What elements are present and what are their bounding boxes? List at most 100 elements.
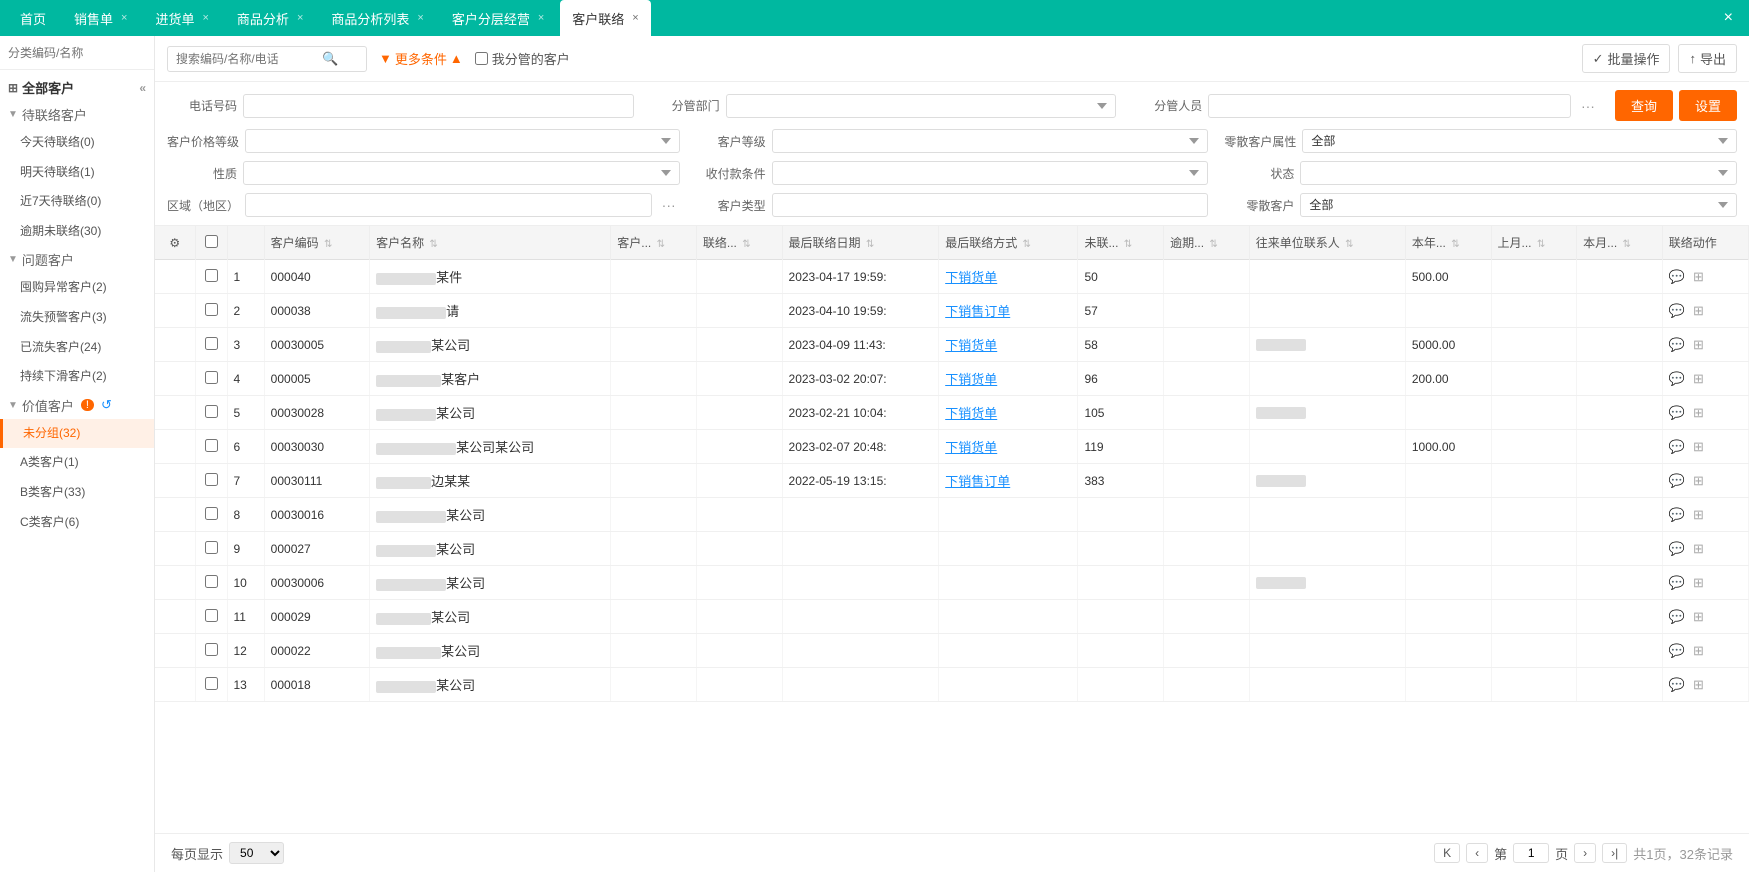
cell-checkbox[interactable] xyxy=(195,294,227,328)
chat-icon[interactable]: 💬 xyxy=(1669,575,1685,591)
filter-payment-select[interactable] xyxy=(772,161,1209,185)
batch-op-button[interactable]: ✓ 批量操作 xyxy=(1582,44,1671,73)
grid-action-icon[interactable]: ⊞ xyxy=(1693,439,1704,455)
nav-tab-purchase[interactable]: 进货单 × xyxy=(143,0,220,36)
cell-checkbox[interactable] xyxy=(195,668,227,702)
filter-status-select[interactable] xyxy=(1300,161,1737,185)
grid-action-icon[interactable]: ⊞ xyxy=(1693,541,1704,557)
close-customer-segment-tab[interactable]: × xyxy=(538,12,544,24)
filter-customer-level-select[interactable] xyxy=(772,129,1209,153)
filter-nature-select[interactable] xyxy=(243,161,680,185)
cell-checkbox[interactable] xyxy=(195,328,227,362)
th-last-month[interactable]: 上月... ⇅ xyxy=(1491,226,1577,260)
chat-icon[interactable]: 💬 xyxy=(1669,303,1685,319)
cell-checkbox[interactable] xyxy=(195,396,227,430)
cell-checkbox[interactable] xyxy=(195,430,227,464)
sidebar-all-customers[interactable]: ⊞ 全部客户 « xyxy=(0,70,154,101)
th-customer-type[interactable]: 客户... ⇅ xyxy=(611,226,697,260)
chat-icon[interactable]: 💬 xyxy=(1669,541,1685,557)
chat-icon[interactable]: 💬 xyxy=(1669,337,1685,353)
filter-phone-input[interactable] xyxy=(243,94,634,118)
sidebar-item-declining[interactable]: 持续下滑客户(2) xyxy=(0,362,154,392)
filter-retail-customer-select[interactable]: 全部 xyxy=(1300,193,1737,217)
sidebar-item-7days[interactable]: 近7天待联络(0) xyxy=(0,187,154,217)
sidebar-search-input[interactable] xyxy=(8,46,155,60)
grid-action-icon[interactable]: ⊞ xyxy=(1693,507,1704,523)
th-customer-code[interactable]: 客户编码 ⇅ xyxy=(264,226,369,260)
filter-dept-select[interactable] xyxy=(726,94,1117,118)
grid-action-icon[interactable]: ⊞ xyxy=(1693,677,1704,693)
sidebar-collapse-btn[interactable]: « xyxy=(139,81,146,95)
filter-customer-type-input[interactable] xyxy=(772,193,1209,217)
filter-region-dots[interactable]: ··· xyxy=(658,197,680,213)
cell-checkbox[interactable] xyxy=(195,634,227,668)
filter-person-dots[interactable]: ··· xyxy=(1577,98,1599,114)
export-button[interactable]: ↑ 导出 xyxy=(1678,44,1737,73)
filter-person-input[interactable] xyxy=(1208,94,1571,118)
grid-action-icon[interactable]: ⊞ xyxy=(1693,405,1704,421)
chat-icon[interactable]: 💬 xyxy=(1669,371,1685,387)
th-intercompany[interactable]: 往来单位联系人 ⇅ xyxy=(1249,226,1405,260)
sidebar-item-unclassified[interactable]: 未分组(32) xyxy=(0,419,154,449)
my-customers-check[interactable] xyxy=(475,52,488,65)
th-last-contact-method[interactable]: 最后联络方式 ⇅ xyxy=(939,226,1078,260)
filter-more-conditions[interactable]: ▼ 更多条件 ▲ xyxy=(379,49,463,68)
cell-checkbox[interactable] xyxy=(195,532,227,566)
sidebar-item-overdue[interactable]: 逾期未联络(30) xyxy=(0,217,154,247)
grid-action-icon[interactable]: ⊞ xyxy=(1693,643,1704,659)
chat-icon[interactable]: 💬 xyxy=(1669,439,1685,455)
chat-icon[interactable]: 💬 xyxy=(1669,643,1685,659)
sidebar-item-tomorrow[interactable]: 明天待联络(1) xyxy=(0,158,154,188)
next-page-btn[interactable]: › xyxy=(1574,843,1596,863)
query-button[interactable]: 查询 xyxy=(1615,90,1673,121)
cell-checkbox[interactable] xyxy=(195,362,227,396)
nav-tab-customer-contact[interactable]: 客户联络 × xyxy=(560,0,650,36)
close-customer-contact-tab[interactable]: × xyxy=(632,12,638,24)
prev-page-btn[interactable]: ‹ xyxy=(1466,843,1488,863)
nav-home[interactable]: 首页 xyxy=(8,9,58,28)
page-size-select[interactable]: 50 10 20 100 xyxy=(229,842,284,864)
sidebar-group-pending[interactable]: ▼ 待联络客户 xyxy=(0,101,154,128)
sidebar-group-value[interactable]: ▼ 价值客户 ! ↺ xyxy=(0,392,154,419)
sidebar-item-today[interactable]: 今天待联络(0) xyxy=(0,128,154,158)
cell-checkbox[interactable] xyxy=(195,566,227,600)
refresh-icon[interactable]: ↺ xyxy=(101,397,112,413)
th-checkbox[interactable] xyxy=(195,226,227,260)
last-page-btn[interactable]: ›| xyxy=(1602,843,1627,863)
nav-tab-customer-segment[interactable]: 客户分层经营 × xyxy=(440,0,556,36)
grid-action-icon[interactable]: ⊞ xyxy=(1693,269,1704,285)
close-sales-tab[interactable]: × xyxy=(121,12,127,24)
reset-button[interactable]: 设置 xyxy=(1679,90,1737,121)
chat-icon[interactable]: 💬 xyxy=(1669,507,1685,523)
page-number-input[interactable] xyxy=(1513,843,1549,863)
close-purchase-tab[interactable]: × xyxy=(202,12,208,24)
th-no-contact[interactable]: 未联... ⇅ xyxy=(1078,226,1164,260)
th-last-contact-date[interactable]: 最后联络日期 ⇅ xyxy=(782,226,939,260)
close-product-list-tab[interactable]: × xyxy=(417,12,423,24)
grid-action-icon[interactable]: ⊞ xyxy=(1693,473,1704,489)
cell-checkbox[interactable] xyxy=(195,498,227,532)
th-this-year[interactable]: 本年... ⇅ xyxy=(1405,226,1491,260)
th-overdue[interactable]: 逾期... ⇅ xyxy=(1164,226,1250,260)
grid-action-icon[interactable]: ⊞ xyxy=(1693,303,1704,319)
chat-icon[interactable]: 💬 xyxy=(1669,677,1685,693)
sidebar-item-hoard[interactable]: 囤购异常客户(2) xyxy=(0,273,154,303)
filter-search-icon[interactable]: 🔍 xyxy=(322,51,338,67)
th-this-month[interactable]: 本月... ⇅ xyxy=(1577,226,1663,260)
my-customers-checkbox[interactable]: 我分管的客户 xyxy=(475,49,570,68)
chat-icon[interactable]: 💬 xyxy=(1669,473,1685,489)
close-all-tabs[interactable]: × xyxy=(1716,9,1741,27)
filter-region-input[interactable] xyxy=(245,193,652,217)
th-settings[interactable]: ⚙ xyxy=(155,226,195,260)
sidebar-item-churn-warning[interactable]: 流失预警客户(3) xyxy=(0,303,154,333)
nav-tab-sales[interactable]: 销售单 × xyxy=(62,0,139,36)
grid-action-icon[interactable]: ⊞ xyxy=(1693,371,1704,387)
nav-tab-product-list[interactable]: 商品分析列表 × xyxy=(319,0,435,36)
filter-retail-attr-select[interactable]: 全部 xyxy=(1302,129,1737,153)
filter-price-level-select[interactable] xyxy=(245,129,680,153)
first-page-btn[interactable]: K xyxy=(1434,843,1460,863)
sidebar-item-a-class[interactable]: A类客户(1) xyxy=(0,448,154,478)
th-contact[interactable]: 联络... ⇅ xyxy=(696,226,782,260)
cell-checkbox[interactable] xyxy=(195,260,227,294)
filter-search-input[interactable] xyxy=(176,52,316,66)
